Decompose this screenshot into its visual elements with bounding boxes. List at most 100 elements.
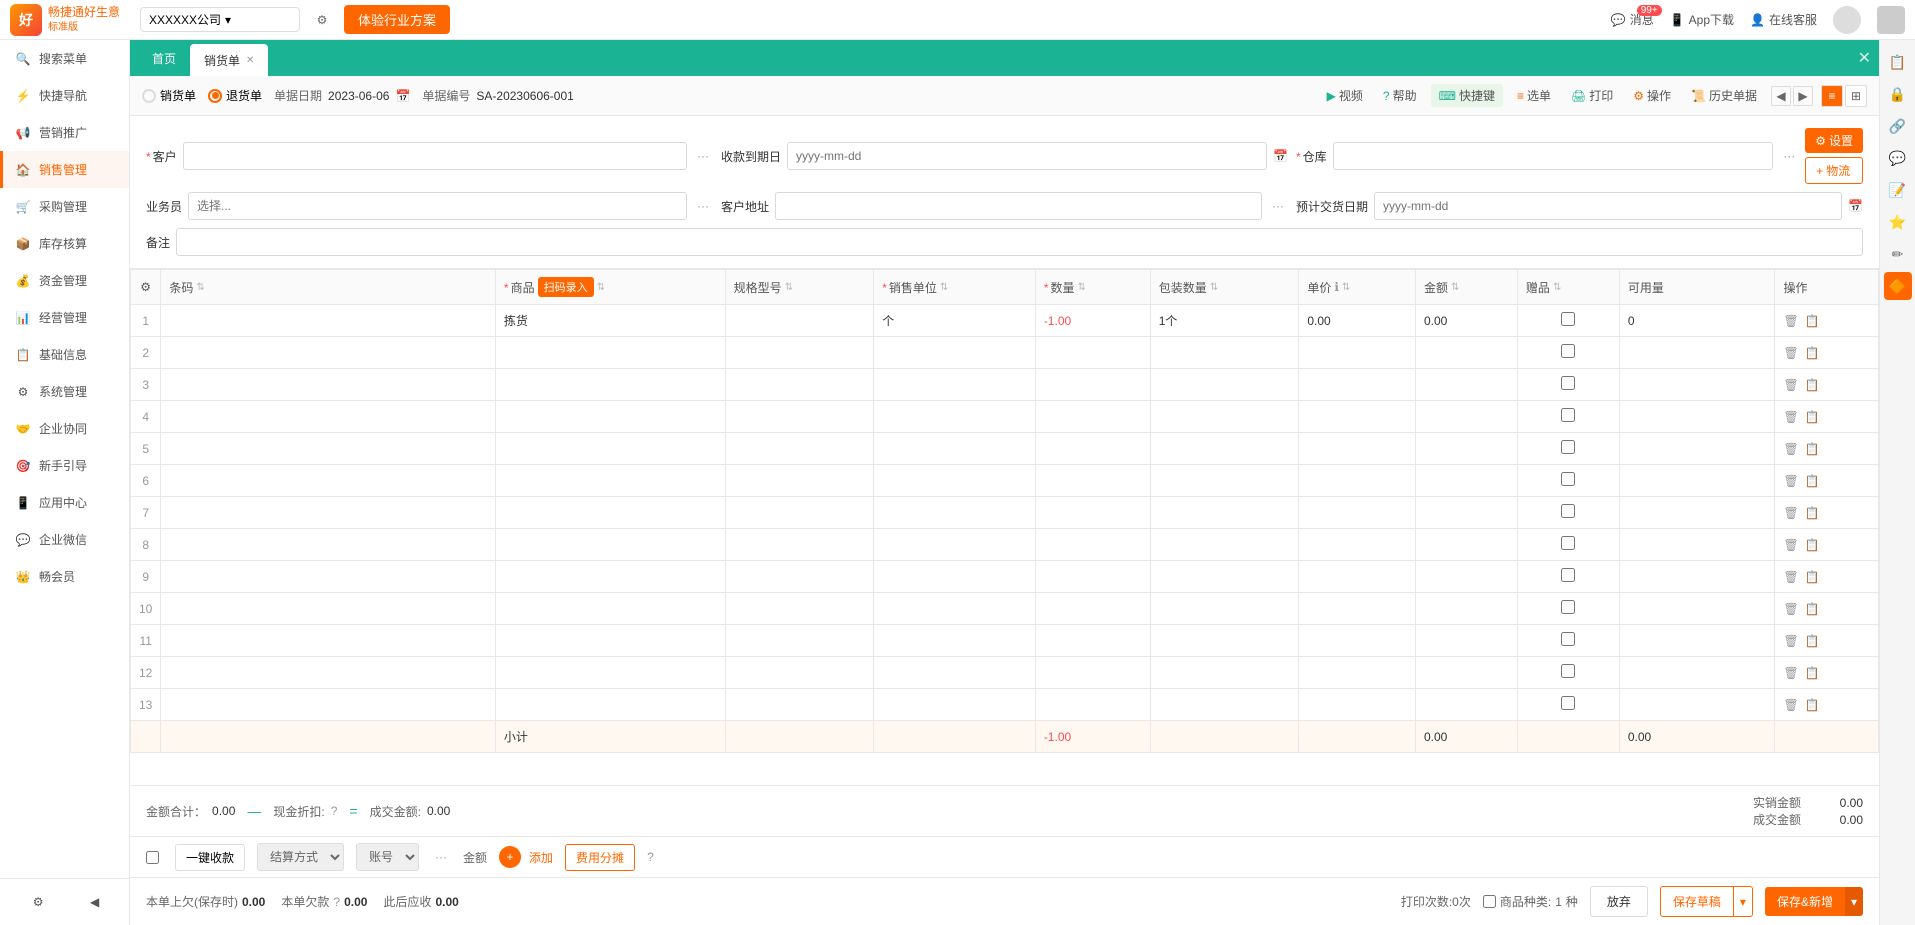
one-key-payment-button[interactable]: 一键收款 xyxy=(175,844,245,871)
setup-button[interactable]: ⚙ 设置 xyxy=(1805,128,1863,153)
one-key-checkbox[interactable] xyxy=(146,851,159,864)
cell-price[interactable] xyxy=(1299,497,1416,529)
cell-gift[interactable] xyxy=(1517,625,1619,657)
cell-price[interactable] xyxy=(1299,401,1416,433)
cell-spec[interactable] xyxy=(725,465,874,497)
copy-icon[interactable]: 📋 xyxy=(1805,346,1820,360)
save-new-button[interactable]: 保存&新增 xyxy=(1765,887,1845,916)
cell-qty[interactable] xyxy=(1035,593,1150,625)
cell-barcode[interactable] xyxy=(161,657,496,689)
cell-spec[interactable] xyxy=(725,369,874,401)
copy-icon[interactable]: 📋 xyxy=(1805,474,1820,488)
prev-record-button[interactable]: ◀ xyxy=(1771,86,1791,106)
gift-checkbox[interactable] xyxy=(1561,600,1575,614)
gift-checkbox[interactable] xyxy=(1561,568,1575,582)
cell-product[interactable] xyxy=(495,689,725,721)
address-dots[interactable]: ··· xyxy=(1268,199,1288,213)
cell-qty[interactable] xyxy=(1035,689,1150,721)
gift-checkbox[interactable] xyxy=(1561,312,1575,326)
delete-icon[interactable]: 🗑 xyxy=(1783,314,1798,328)
cell-product[interactable] xyxy=(495,401,725,433)
message-button[interactable]: 💬 消息 99+ xyxy=(1611,11,1654,28)
cell-product[interactable] xyxy=(495,529,725,561)
sidebar-item-enterprise[interactable]: 🤝 企业协同 xyxy=(0,410,129,447)
cell-barcode[interactable] xyxy=(161,593,496,625)
company-selector[interactable]: XXXXXX公司 ▾ xyxy=(140,7,300,32)
sidebar-item-quick-nav[interactable]: ⚡ 快捷导航 xyxy=(0,77,129,114)
grid-view-button[interactable]: ⊞ xyxy=(1845,85,1867,107)
cell-gift[interactable] xyxy=(1517,593,1619,625)
right-panel-btn-8[interactable]: 🔶 xyxy=(1884,272,1912,300)
cell-spec[interactable] xyxy=(725,529,874,561)
delete-icon[interactable]: 🗑 xyxy=(1783,506,1798,520)
right-panel-btn-2[interactable]: 🔒 xyxy=(1884,80,1912,108)
cell-spec[interactable] xyxy=(725,561,874,593)
delete-icon[interactable]: 🗑 xyxy=(1783,666,1798,680)
delete-icon[interactable]: 🗑 xyxy=(1783,346,1798,360)
copy-icon[interactable]: 📋 xyxy=(1805,442,1820,456)
calc-method-select[interactable]: 结算方式 xyxy=(257,843,344,871)
cell-gift[interactable] xyxy=(1517,305,1619,337)
cell-barcode[interactable] xyxy=(161,465,496,497)
cell-product[interactable] xyxy=(495,369,725,401)
cell-gift[interactable] xyxy=(1517,657,1619,689)
cell-gift[interactable] xyxy=(1517,465,1619,497)
logistics-button[interactable]: + 物流 xyxy=(1805,157,1863,184)
product-count-checkbox[interactable] xyxy=(1483,895,1496,908)
list-view-button[interactable]: ≡ xyxy=(1821,85,1843,107)
print-button[interactable]: 🖨 打印 xyxy=(1565,84,1619,107)
sidebar-item-marketing[interactable]: 📢 营销推广 xyxy=(0,114,129,151)
warehouse-dots[interactable]: ··· xyxy=(1779,149,1799,163)
delete-icon[interactable]: 🗑 xyxy=(1783,602,1798,616)
cell-barcode[interactable] xyxy=(161,337,496,369)
video-button[interactable]: ▶ 视频 xyxy=(1321,84,1369,107)
sidebar-item-finance[interactable]: 💰 资金管理 xyxy=(0,262,129,299)
copy-icon[interactable]: 📋 xyxy=(1805,538,1820,552)
gift-checkbox[interactable] xyxy=(1561,376,1575,390)
cell-barcode[interactable] xyxy=(161,689,496,721)
gift-checkbox[interactable] xyxy=(1561,632,1575,646)
save-new-arrow-button[interactable]: ▾ xyxy=(1845,887,1863,916)
tab-sales-order[interactable]: 销货单 ✕ xyxy=(190,44,268,76)
app-download-button[interactable]: 📱 App下载 xyxy=(1670,11,1734,28)
cell-gift[interactable] xyxy=(1517,433,1619,465)
cell-product[interactable] xyxy=(495,465,725,497)
gift-checkbox[interactable] xyxy=(1561,472,1575,486)
filter-button[interactable]: ≡ 选单 xyxy=(1511,84,1557,107)
cell-gift[interactable] xyxy=(1517,401,1619,433)
cell-price[interactable] xyxy=(1299,561,1416,593)
settings-icon[interactable]: ⚙ xyxy=(308,6,336,34)
copy-icon[interactable]: 📋 xyxy=(1805,666,1820,680)
cell-qty[interactable] xyxy=(1035,465,1150,497)
sidebar-item-wechat[interactable]: 💬 企业微信 xyxy=(0,521,129,558)
cell-gift[interactable] xyxy=(1517,529,1619,561)
cell-product[interactable] xyxy=(495,497,725,529)
cell-barcode[interactable] xyxy=(161,369,496,401)
cell-qty[interactable] xyxy=(1035,625,1150,657)
right-panel-btn-6[interactable]: ⭐ xyxy=(1884,208,1912,236)
cell-spec[interactable] xyxy=(725,625,874,657)
cell-gift[interactable] xyxy=(1517,561,1619,593)
close-all-tabs-button[interactable]: ✕ xyxy=(1858,48,1871,68)
cell-spec[interactable] xyxy=(725,337,874,369)
help-button[interactable]: ? 帮助 xyxy=(1377,84,1423,107)
cell-price[interactable] xyxy=(1299,465,1416,497)
online-service-button[interactable]: 👤 在线客服 xyxy=(1750,11,1817,28)
cell-spec[interactable] xyxy=(725,497,874,529)
expected-delivery-input[interactable] xyxy=(1374,192,1842,220)
copy-icon[interactable]: 📋 xyxy=(1805,634,1820,648)
due-date-input[interactable] xyxy=(787,142,1267,170)
gift-checkbox[interactable] xyxy=(1561,664,1575,678)
cell-gift[interactable] xyxy=(1517,689,1619,721)
delete-icon[interactable]: 🗑 xyxy=(1783,410,1798,424)
cell-price[interactable] xyxy=(1299,369,1416,401)
customer-input[interactable] xyxy=(183,142,687,170)
delete-icon[interactable]: 🗑 xyxy=(1783,442,1798,456)
sidebar-item-member[interactable]: 👑 畅会员 xyxy=(0,558,129,595)
warehouse-input[interactable]: 建材仓 xyxy=(1333,142,1774,170)
salesperson-dots[interactable]: ··· xyxy=(693,199,713,213)
cell-qty[interactable] xyxy=(1035,657,1150,689)
gift-checkbox[interactable] xyxy=(1561,696,1575,710)
copy-icon[interactable]: 📋 xyxy=(1805,314,1820,328)
salesperson-input[interactable] xyxy=(188,192,687,220)
